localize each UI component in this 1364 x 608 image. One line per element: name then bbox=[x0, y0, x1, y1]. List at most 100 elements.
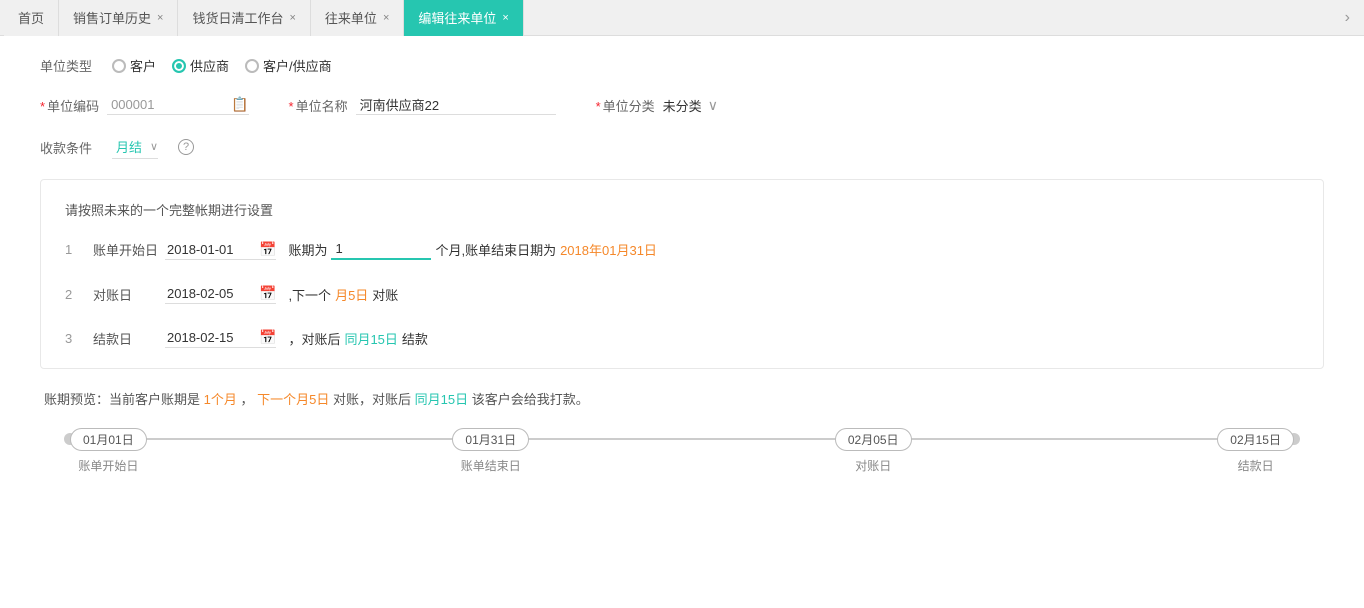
payment-term-label: 收款条件 bbox=[40, 138, 92, 157]
preview-section: 账期预览：当前客户账期是 1个月 ， 下一个月5日 对账，对账后 同月15日 该… bbox=[40, 389, 1324, 408]
tab-sales-history-label: 销售订单历史 bbox=[73, 8, 151, 27]
unit-name-group: *单位名称 bbox=[289, 95, 556, 115]
tab-edit-contact-label: 编辑往来单位 bbox=[418, 8, 496, 27]
timeline: 01月01日 账单开始日 01月31日 账单结束日 02月05日 对账日 02月… bbox=[40, 428, 1324, 474]
settings-row-2: 2 对账日 📅 ,下一个 月5日 对账 bbox=[65, 284, 1299, 304]
unit-name-label: *单位名称 bbox=[289, 96, 348, 115]
radio-customer[interactable]: 客户 bbox=[112, 56, 156, 75]
row-3-calendar-icon[interactable]: 📅 bbox=[259, 329, 276, 346]
unit-code-icon[interactable]: 📋 bbox=[231, 96, 248, 113]
row-3-num: 3 bbox=[65, 331, 81, 346]
unit-category-required: * bbox=[596, 99, 601, 114]
row-3-date-input[interactable]: 📅 bbox=[165, 328, 276, 348]
node-3-desc: 结款日 bbox=[1238, 457, 1274, 474]
preview-part1: 1个月 bbox=[204, 392, 237, 407]
row-1-desc-prefix: 账期为 bbox=[288, 240, 327, 259]
radio-supplier[interactable]: 供应商 bbox=[172, 56, 229, 75]
payment-term-row: 收款条件 月结 ∨ ? bbox=[40, 135, 1324, 159]
settings-box: 请按照未来的一个完整帐期进行设置 1 账单开始日 📅 账期为 个月,账单结束日期… bbox=[40, 179, 1324, 369]
radio-supplier-label: 供应商 bbox=[190, 56, 229, 75]
tab-daily-work-close[interactable]: × bbox=[289, 12, 295, 24]
unit-name-input[interactable] bbox=[356, 95, 556, 115]
tab-sales-history-close[interactable]: × bbox=[157, 12, 163, 24]
row-1-label: 账单开始日 bbox=[93, 240, 153, 259]
settings-row-1: 1 账单开始日 📅 账期为 个月,账单结束日期为 2018年01月31日 bbox=[65, 239, 1299, 260]
preview-part2: ， bbox=[241, 392, 254, 407]
unit-type-radio-group: 客户 供应商 客户/供应商 bbox=[112, 56, 332, 75]
unit-category-arrow[interactable]: ∨ bbox=[708, 97, 718, 114]
row-1-num: 1 bbox=[65, 242, 81, 257]
node-1-label: 01月31日 bbox=[452, 428, 529, 451]
row-1-calendar-icon[interactable]: 📅 bbox=[259, 241, 276, 258]
preview-part5: 同月15日 bbox=[415, 392, 468, 407]
row-2-desc-suffix: 对账 bbox=[372, 285, 398, 304]
unit-code-label: *单位编码 bbox=[40, 96, 99, 115]
tab-home-label: 首页 bbox=[18, 8, 44, 27]
row-2-calendar-icon[interactable]: 📅 bbox=[259, 285, 276, 302]
unit-category-label: *单位分类 bbox=[596, 96, 655, 115]
settings-row-3: 3 结款日 📅 ，对账后 同月15日 结款 bbox=[65, 328, 1299, 348]
row-1-highlight-date: 2018年01月31日 bbox=[560, 240, 657, 259]
tab-contacts-label: 往来单位 bbox=[325, 8, 377, 27]
timeline-node-1: 01月31日 账单结束日 bbox=[452, 428, 529, 474]
radio-both-circle bbox=[245, 59, 259, 73]
tabs-bar: 首页 销售订单历史 × 钱货日清工作台 × 往来单位 × 编辑往来单位 × › bbox=[0, 0, 1364, 36]
node-3-label: 02月15日 bbox=[1217, 428, 1294, 451]
row-2-label: 对账日 bbox=[93, 285, 153, 304]
unit-category-value: 未分类 bbox=[663, 96, 702, 115]
main-content: 单位类型 客户 供应商 客户/供应商 *单位编码 📋 bbox=[0, 36, 1364, 608]
tab-more-button[interactable]: › bbox=[1335, 9, 1360, 27]
period-input[interactable] bbox=[331, 239, 431, 260]
tab-contacts-close[interactable]: × bbox=[383, 12, 389, 24]
tab-contacts[interactable]: 往来单位 × bbox=[311, 0, 404, 36]
tab-edit-contact-close[interactable]: × bbox=[502, 12, 508, 24]
unit-info-row: *单位编码 📋 *单位名称 *单位分类 未分类 ∨ bbox=[40, 95, 1324, 115]
unit-name-required: * bbox=[289, 99, 294, 114]
row-1-date-input[interactable]: 📅 bbox=[165, 240, 276, 260]
row-3-date[interactable] bbox=[165, 328, 255, 347]
node-2-desc: 对账日 bbox=[855, 457, 891, 474]
tab-daily-work-label: 钱货日清工作台 bbox=[192, 8, 283, 27]
preview-label: 账期预览：当前客户账期是 bbox=[44, 392, 200, 407]
preview-part6: 该客户会给我打款。 bbox=[472, 392, 589, 407]
unit-type-row: 单位类型 客户 供应商 客户/供应商 bbox=[40, 56, 1324, 75]
row-2-desc: ,下一个 月5日 对账 bbox=[288, 285, 398, 304]
radio-customer-label: 客户 bbox=[130, 56, 156, 75]
timeline-node-0: 01月01日 账单开始日 bbox=[70, 428, 147, 474]
row-1-desc: 账期为 个月,账单结束日期为 2018年01月31日 bbox=[288, 239, 656, 260]
tab-daily-work[interactable]: 钱货日清工作台 × bbox=[178, 0, 310, 36]
payment-term-value: 月结 bbox=[112, 135, 146, 158]
row-3-desc: ，对账后 同月15日 结款 bbox=[288, 329, 428, 348]
unit-code-input[interactable] bbox=[107, 95, 227, 114]
tab-edit-contact[interactable]: 编辑往来单位 × bbox=[404, 0, 523, 36]
payment-term-arrow[interactable]: ∨ bbox=[150, 140, 158, 153]
unit-code-required: * bbox=[40, 99, 45, 114]
unit-code-field[interactable]: 📋 bbox=[107, 95, 248, 115]
help-icon[interactable]: ? bbox=[178, 139, 194, 155]
unit-category-dropdown[interactable]: 未分类 ∨ bbox=[663, 96, 718, 115]
radio-both-label: 客户/供应商 bbox=[263, 56, 332, 75]
row-1-date[interactable] bbox=[165, 240, 255, 259]
row-3-label: 结款日 bbox=[93, 329, 153, 348]
row-1-desc-suffix: 个月,账单结束日期为 bbox=[435, 240, 556, 259]
payment-term-select[interactable]: 月结 ∨ bbox=[112, 135, 158, 159]
row-2-num: 2 bbox=[65, 287, 81, 302]
radio-supplier-circle bbox=[172, 59, 186, 73]
row-3-highlight-day: 同月15日 bbox=[344, 329, 397, 348]
row-2-highlight-day: 月5日 bbox=[335, 285, 368, 304]
row-3-desc-prefix: ，对账后 bbox=[288, 329, 340, 348]
timeline-nodes: 01月01日 账单开始日 01月31日 账单结束日 02月05日 对账日 02月… bbox=[70, 428, 1294, 474]
preview-part3: 下一个月5日 bbox=[257, 392, 329, 407]
node-0-label: 01月01日 bbox=[70, 428, 147, 451]
radio-both[interactable]: 客户/供应商 bbox=[245, 56, 332, 75]
timeline-node-2: 02月05日 对账日 bbox=[835, 428, 912, 474]
tab-home[interactable]: 首页 bbox=[4, 0, 59, 36]
preview-part4: 对账，对账后 bbox=[333, 392, 411, 407]
unit-type-label: 单位类型 bbox=[40, 56, 92, 75]
row-2-desc-prefix: ,下一个 bbox=[288, 285, 331, 304]
tab-sales-history[interactable]: 销售订单历史 × bbox=[59, 0, 178, 36]
unit-code-group: *单位编码 📋 bbox=[40, 95, 249, 115]
row-2-date-input[interactable]: 📅 bbox=[165, 284, 276, 304]
radio-customer-circle bbox=[112, 59, 126, 73]
row-2-date[interactable] bbox=[165, 284, 255, 303]
